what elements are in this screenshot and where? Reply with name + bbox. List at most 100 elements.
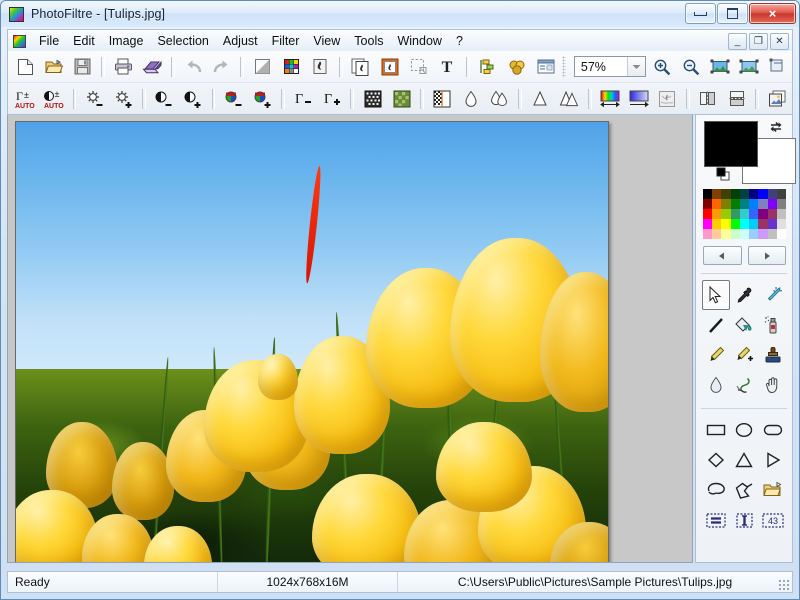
line-tool[interactable] — [702, 310, 730, 340]
spray-tool[interactable] — [759, 310, 787, 340]
contrast-up-button[interactable] — [180, 85, 207, 113]
flip-horizontal-button[interactable] — [695, 85, 722, 113]
document-icon[interactable] — [13, 35, 26, 48]
eyedropper-tool[interactable] — [730, 280, 758, 310]
sharpen-button[interactable] — [527, 85, 554, 113]
fit-screen-button[interactable] — [706, 53, 733, 81]
gamma-up-button[interactable]: Γ — [319, 85, 346, 113]
palette-swatch[interactable] — [768, 189, 777, 199]
foreground-color-swatch[interactable] — [704, 121, 758, 167]
palette-swatch[interactable] — [740, 229, 749, 239]
hand-tool[interactable] — [759, 370, 787, 400]
palette-swatch[interactable] — [768, 219, 777, 229]
palette-swatch[interactable] — [703, 189, 712, 199]
halftone-button[interactable] — [429, 85, 456, 113]
redo-button[interactable] — [209, 53, 236, 81]
selection-center-vertical[interactable] — [730, 505, 758, 535]
open-file-button[interactable] — [41, 53, 68, 81]
swap-colors-icon[interactable] — [768, 119, 784, 135]
palette-swatch[interactable] — [777, 229, 786, 239]
palette-swatch[interactable] — [703, 219, 712, 229]
copy-image-button[interactable] — [348, 53, 375, 81]
advanced-brush-tool[interactable] — [730, 340, 758, 370]
color-palette-button[interactable] — [278, 53, 305, 81]
palette-swatch[interactable] — [731, 229, 740, 239]
load-shape-button[interactable] — [759, 475, 787, 505]
frame-image-button[interactable] — [376, 53, 403, 81]
palette-prev-button[interactable] — [703, 246, 742, 265]
menu-edit[interactable]: Edit — [66, 32, 102, 50]
palette-swatch[interactable] — [740, 209, 749, 219]
palette-swatch[interactable] — [731, 219, 740, 229]
menu-tools[interactable]: Tools — [347, 32, 390, 50]
palette-swatch[interactable] — [731, 189, 740, 199]
palette-next-button[interactable] — [748, 246, 787, 265]
color-palette-grid[interactable] — [703, 189, 786, 239]
actual-size-button[interactable] — [735, 53, 762, 81]
image-mode-gray-button[interactable] — [249, 53, 276, 81]
palette-swatch[interactable] — [721, 189, 730, 199]
lasso-shape[interactable] — [702, 475, 730, 505]
menu-image[interactable]: Image — [102, 32, 151, 50]
select-tool[interactable] — [702, 280, 730, 310]
palette-swatch[interactable] — [712, 209, 721, 219]
plugins-button[interactable] — [503, 53, 530, 81]
menu-filter[interactable]: Filter — [265, 32, 307, 50]
paintbrush-tool[interactable] — [702, 340, 730, 370]
palette-swatch[interactable] — [740, 219, 749, 229]
resize-grip[interactable] — [778, 579, 790, 591]
chevron-down-icon[interactable] — [627, 57, 645, 76]
diamond-shape[interactable] — [702, 445, 730, 475]
print-button[interactable] — [110, 53, 137, 81]
brightness-up-button[interactable] — [110, 85, 137, 113]
selection-center-horizontal[interactable] — [702, 505, 730, 535]
palette-swatch[interactable] — [768, 229, 777, 239]
palette-swatch[interactable] — [749, 199, 758, 209]
mdi-minimize-button[interactable]: _ — [728, 33, 747, 50]
blur-more-button[interactable] — [486, 85, 513, 113]
palette-swatch[interactable] — [721, 199, 730, 209]
brightness-down-button[interactable] — [81, 85, 108, 113]
auto-gamma-button[interactable]: Γ±AUTO — [12, 85, 39, 113]
zoom-input[interactable] — [579, 59, 627, 75]
palette-swatch[interactable] — [749, 209, 758, 219]
contrast-down-button[interactable] — [151, 85, 178, 113]
saturation-down-button[interactable] — [220, 85, 247, 113]
reset-colors-icon[interactable] — [716, 167, 730, 181]
palette-swatch[interactable] — [703, 229, 712, 239]
window-maximize-button[interactable] — [717, 3, 748, 24]
menu-view[interactable]: View — [306, 32, 347, 50]
palette-swatch[interactable] — [777, 219, 786, 229]
save-file-button[interactable] — [70, 53, 97, 81]
palette-swatch[interactable] — [721, 229, 730, 239]
mdi-close-button[interactable]: ✕ — [770, 33, 789, 50]
palette-swatch[interactable] — [758, 219, 767, 229]
flip-vertical-button[interactable] — [724, 85, 751, 113]
palette-swatch[interactable] — [712, 189, 721, 199]
auto-contrast-button[interactable]: ±AUTO — [41, 85, 68, 113]
zoom-out-button[interactable] — [678, 53, 705, 81]
palette-swatch[interactable] — [777, 199, 786, 209]
palette-swatch[interactable] — [777, 189, 786, 199]
full-screen-button[interactable] — [764, 53, 791, 81]
magic-wand-tool[interactable] — [759, 280, 787, 310]
palette-swatch[interactable] — [721, 219, 730, 229]
mdi-restore-button[interactable]: ❐ — [749, 33, 768, 50]
palette-swatch[interactable] — [703, 199, 712, 209]
menu-selection[interactable]: Selection — [150, 32, 215, 50]
palette-swatch[interactable] — [731, 199, 740, 209]
tulips-image[interactable] — [16, 122, 608, 563]
batch-button[interactable] — [764, 85, 791, 113]
layers-button[interactable] — [475, 53, 502, 81]
texture-button[interactable] — [654, 85, 681, 113]
transparency-button[interactable] — [307, 53, 334, 81]
zoom-level-combobox[interactable] — [574, 56, 646, 77]
rounded-rect-shape[interactable] — [759, 415, 787, 445]
palette-swatch[interactable] — [758, 229, 767, 239]
palette-swatch[interactable] — [777, 209, 786, 219]
dither-button[interactable] — [359, 85, 386, 113]
right-triangle-shape[interactable] — [759, 445, 787, 475]
palette-swatch[interactable] — [712, 199, 721, 209]
clone-stamp-tool[interactable] — [759, 340, 787, 370]
menu-window[interactable]: Window — [390, 32, 448, 50]
